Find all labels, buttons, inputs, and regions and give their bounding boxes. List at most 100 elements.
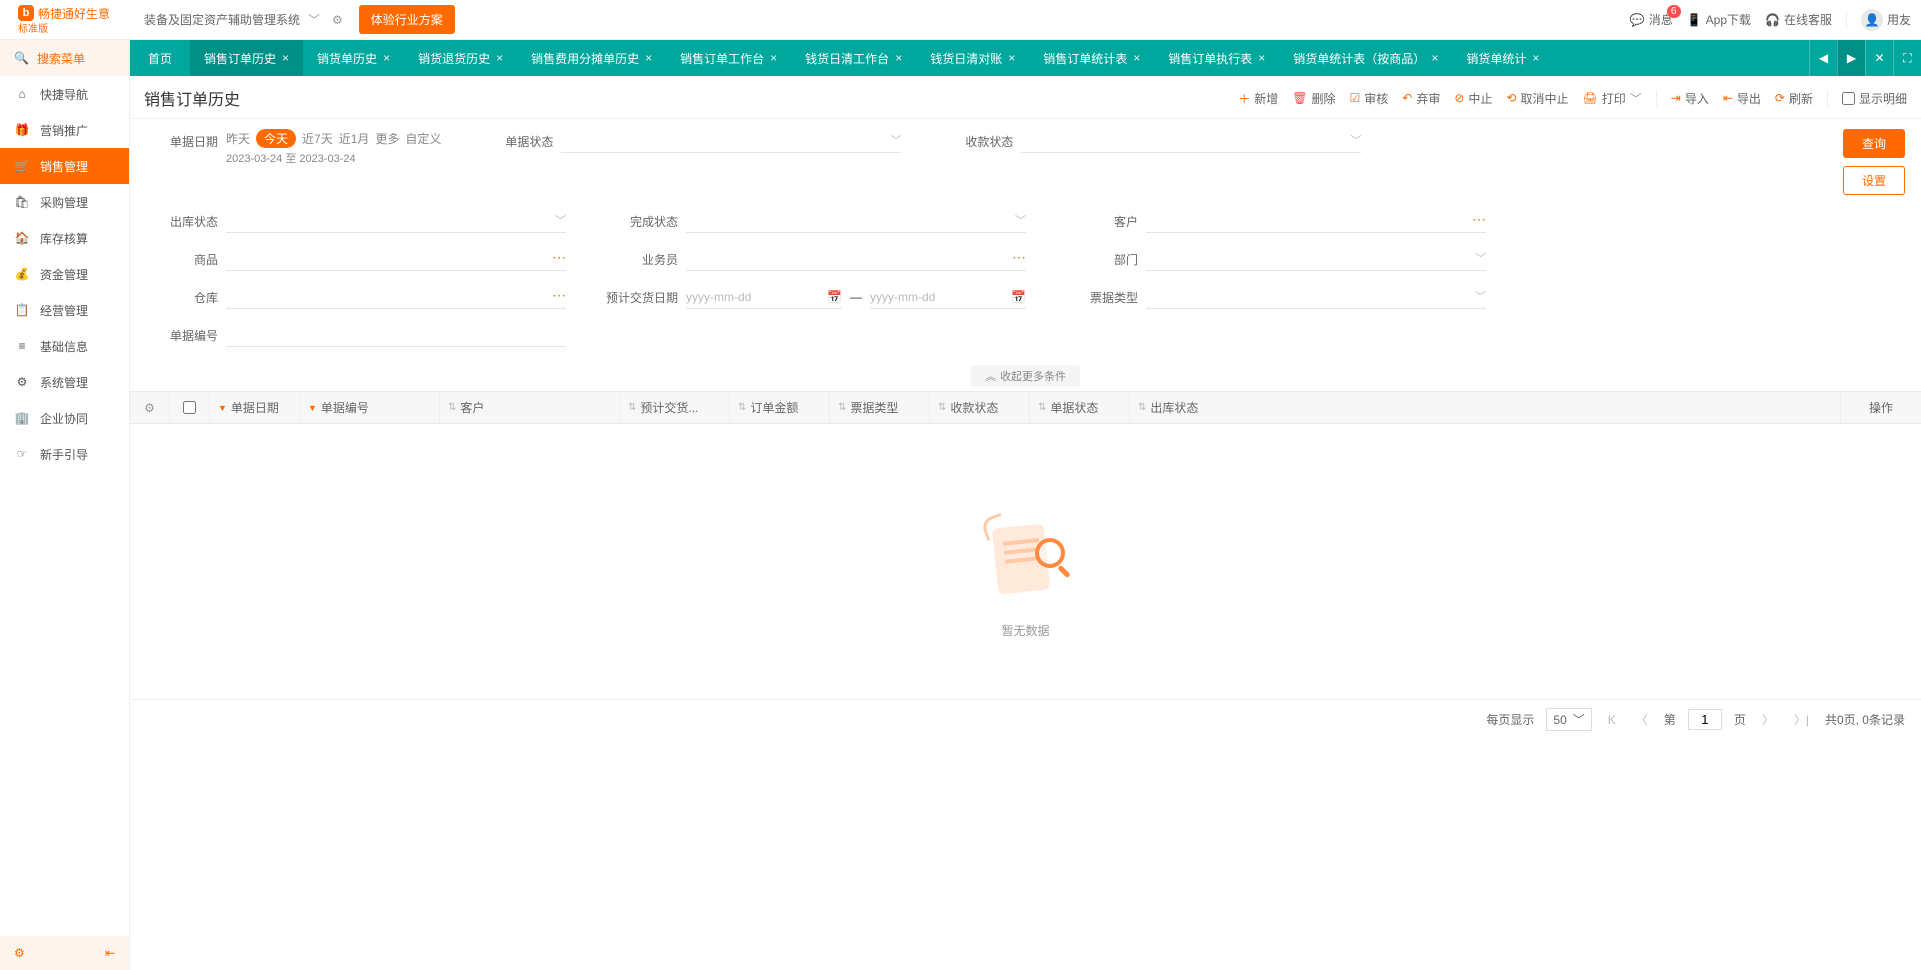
experience-button[interactable]: 体验行业方案 xyxy=(359,5,455,34)
per-page-select[interactable]: 50 ﹀ xyxy=(1546,708,1591,731)
close-icon[interactable]: × xyxy=(1532,51,1539,65)
deliver-date-from[interactable]: 📅 xyxy=(686,285,842,309)
tab-item[interactable]: 销货退货历史× xyxy=(404,40,517,76)
close-icon[interactable]: × xyxy=(895,51,902,65)
sidebar-item-report[interactable]: 📋经营管理 xyxy=(0,292,129,328)
app-download-link[interactable]: 📱 App下载 xyxy=(1687,11,1751,28)
close-icon[interactable]: × xyxy=(1258,51,1265,65)
invoice-type-select[interactable]: ﹀ xyxy=(1146,285,1486,309)
import-button[interactable]: ⇥导入 xyxy=(1671,90,1709,107)
date-chip[interactable]: 近1月 xyxy=(339,130,370,147)
page-input[interactable] xyxy=(1688,709,1722,730)
th-col[interactable]: 单据日期 xyxy=(210,392,300,423)
close-icon[interactable]: × xyxy=(770,51,777,65)
tab-item[interactable]: 销售订单执行表× xyxy=(1154,40,1279,76)
setting-button[interactable]: 设置 xyxy=(1843,166,1905,195)
date-chip[interactable]: 自定义 xyxy=(405,130,441,147)
stop-button[interactable]: ⊘中止 xyxy=(1454,90,1492,107)
sidebar-item-money[interactable]: 💰资金管理 xyxy=(0,256,129,292)
tab-item[interactable]: 销货单统计表（按商品）× xyxy=(1279,40,1452,76)
sidebar-item-gift[interactable]: 🎁营销推广 xyxy=(0,112,129,148)
bill-no-input[interactable] xyxy=(226,323,566,347)
tabs-fullscreen[interactable]: ⛶ xyxy=(1893,40,1921,76)
table-settings-icon[interactable]: ⚙ xyxy=(130,392,170,423)
tabs-scroll-right[interactable]: ▶ xyxy=(1837,40,1865,76)
tab-item[interactable]: 销货单统计× xyxy=(1452,40,1553,76)
ellipsis-icon[interactable]: ⋯ xyxy=(1012,249,1026,266)
tab-item[interactable]: 销售费用分摊单历史× xyxy=(517,40,666,76)
sidebar-item-system[interactable]: ⚙系统管理 xyxy=(0,364,129,400)
tabs-close-all[interactable]: ✕ xyxy=(1865,40,1893,76)
date-chip[interactable]: 更多 xyxy=(375,130,399,147)
close-icon[interactable]: × xyxy=(282,51,289,65)
sidebar-item-guide[interactable]: ☞新手引导 xyxy=(0,436,129,472)
online-service-link[interactable]: 🎧 在线客服 xyxy=(1765,11,1832,28)
th-col[interactable]: 客户 xyxy=(440,392,620,423)
collapse-filters[interactable]: ︽ 收起更多条件 xyxy=(971,365,1080,387)
refresh-button[interactable]: ⟳刷新 xyxy=(1775,90,1813,107)
tab-item[interactable]: 钱货日清对账× xyxy=(916,40,1029,76)
audit-button[interactable]: ☑审核 xyxy=(1349,90,1388,107)
sidebar-search[interactable]: 🔍 搜索菜单 xyxy=(0,40,129,76)
pay-status-select[interactable]: ﹀ xyxy=(1021,129,1361,153)
product-picker[interactable]: ⋯ xyxy=(226,247,566,271)
date-chip[interactable]: 近7天 xyxy=(302,130,333,147)
abandon-button[interactable]: ↶弃审 xyxy=(1402,90,1440,107)
close-icon[interactable]: × xyxy=(496,51,503,65)
date-chip[interactable]: 今天 xyxy=(256,129,296,148)
show-detail-checkbox[interactable]: 显示明细 xyxy=(1842,90,1907,107)
system-selector[interactable]: 装备及固定资产辅助管理系统 ﹀ xyxy=(144,11,320,28)
th-col[interactable]: 收款状态 xyxy=(930,392,1030,423)
date-chip[interactable]: 昨天 xyxy=(226,130,250,147)
page-first[interactable]: K xyxy=(1604,713,1620,727)
tab-item[interactable]: 钱货日清工作台× xyxy=(791,40,916,76)
th-col[interactable]: 预计交货... xyxy=(620,392,730,423)
bill-status-select[interactable]: ﹀ xyxy=(561,129,901,153)
gear-icon[interactable]: ⚙ xyxy=(332,13,343,27)
tab-home[interactable]: 首页 xyxy=(130,40,190,76)
th-col[interactable]: 单据状态 xyxy=(1030,392,1130,423)
messages-link[interactable]: 💬 消息 6 xyxy=(1630,11,1673,28)
page-next[interactable]: 〉 xyxy=(1758,711,1778,728)
warehouse-picker[interactable]: ⋯ xyxy=(226,285,566,309)
user-menu[interactable]: 👤 用友 xyxy=(1861,9,1911,31)
page-prev[interactable]: 〈 xyxy=(1632,711,1652,728)
unstop-button[interactable]: ⟲取消中止 xyxy=(1506,90,1568,107)
sidebar-item-data[interactable]: ≡基础信息 xyxy=(0,328,129,364)
add-button[interactable]: ＋新增 xyxy=(1238,90,1278,107)
sidebar-item-home[interactable]: ⌂快捷导航 xyxy=(0,76,129,112)
customer-picker[interactable]: ⋯ xyxy=(1146,209,1486,233)
close-icon[interactable]: × xyxy=(1133,51,1140,65)
collapse-sidebar-icon[interactable]: ⇤ xyxy=(105,946,115,960)
sidebar-item-warehouse[interactable]: 🏠库存核算 xyxy=(0,220,129,256)
th-col[interactable]: 订单金额 xyxy=(730,392,830,423)
sidebar-item-cart[interactable]: 🛒销售管理 xyxy=(0,148,129,184)
calendar-icon[interactable]: 📅 xyxy=(827,290,842,304)
show-detail-input[interactable] xyxy=(1842,92,1855,105)
page-last[interactable]: 〉| xyxy=(1790,711,1813,728)
ellipsis-icon[interactable]: ⋯ xyxy=(552,249,566,266)
out-status-select[interactable]: ﹀ xyxy=(226,209,566,233)
calendar-icon[interactable]: 📅 xyxy=(1011,290,1026,304)
export-button[interactable]: ⇤导出 xyxy=(1723,90,1761,107)
ellipsis-icon[interactable]: ⋯ xyxy=(552,287,566,304)
deliver-date-to[interactable]: 📅 xyxy=(870,285,1026,309)
close-icon[interactable]: × xyxy=(383,51,390,65)
close-icon[interactable]: × xyxy=(1008,51,1015,65)
table-select-all[interactable] xyxy=(170,392,210,423)
print-button[interactable]: 🖨打印 ﹀ xyxy=(1582,90,1641,107)
department-select[interactable]: ﹀ xyxy=(1146,247,1486,271)
th-col[interactable]: 单据编号 xyxy=(300,392,440,423)
tab-item[interactable]: 销售订单统计表× xyxy=(1029,40,1154,76)
tab-item[interactable]: 销售订单历史× xyxy=(190,40,303,76)
close-icon[interactable]: × xyxy=(645,51,652,65)
ellipsis-icon[interactable]: ⋯ xyxy=(1472,211,1486,228)
query-button[interactable]: 查询 xyxy=(1843,129,1905,158)
tab-item[interactable]: 销货单历史× xyxy=(303,40,404,76)
finish-status-select[interactable]: ﹀ xyxy=(686,209,1026,233)
salesman-picker[interactable]: ⋯ xyxy=(686,247,1026,271)
sidebar-item-corp[interactable]: 🏢企业协同 xyxy=(0,400,129,436)
tabs-scroll-left[interactable]: ◀ xyxy=(1809,40,1837,76)
settings-icon[interactable]: ⚙ xyxy=(14,946,25,960)
th-col[interactable]: 票据类型 xyxy=(830,392,930,423)
